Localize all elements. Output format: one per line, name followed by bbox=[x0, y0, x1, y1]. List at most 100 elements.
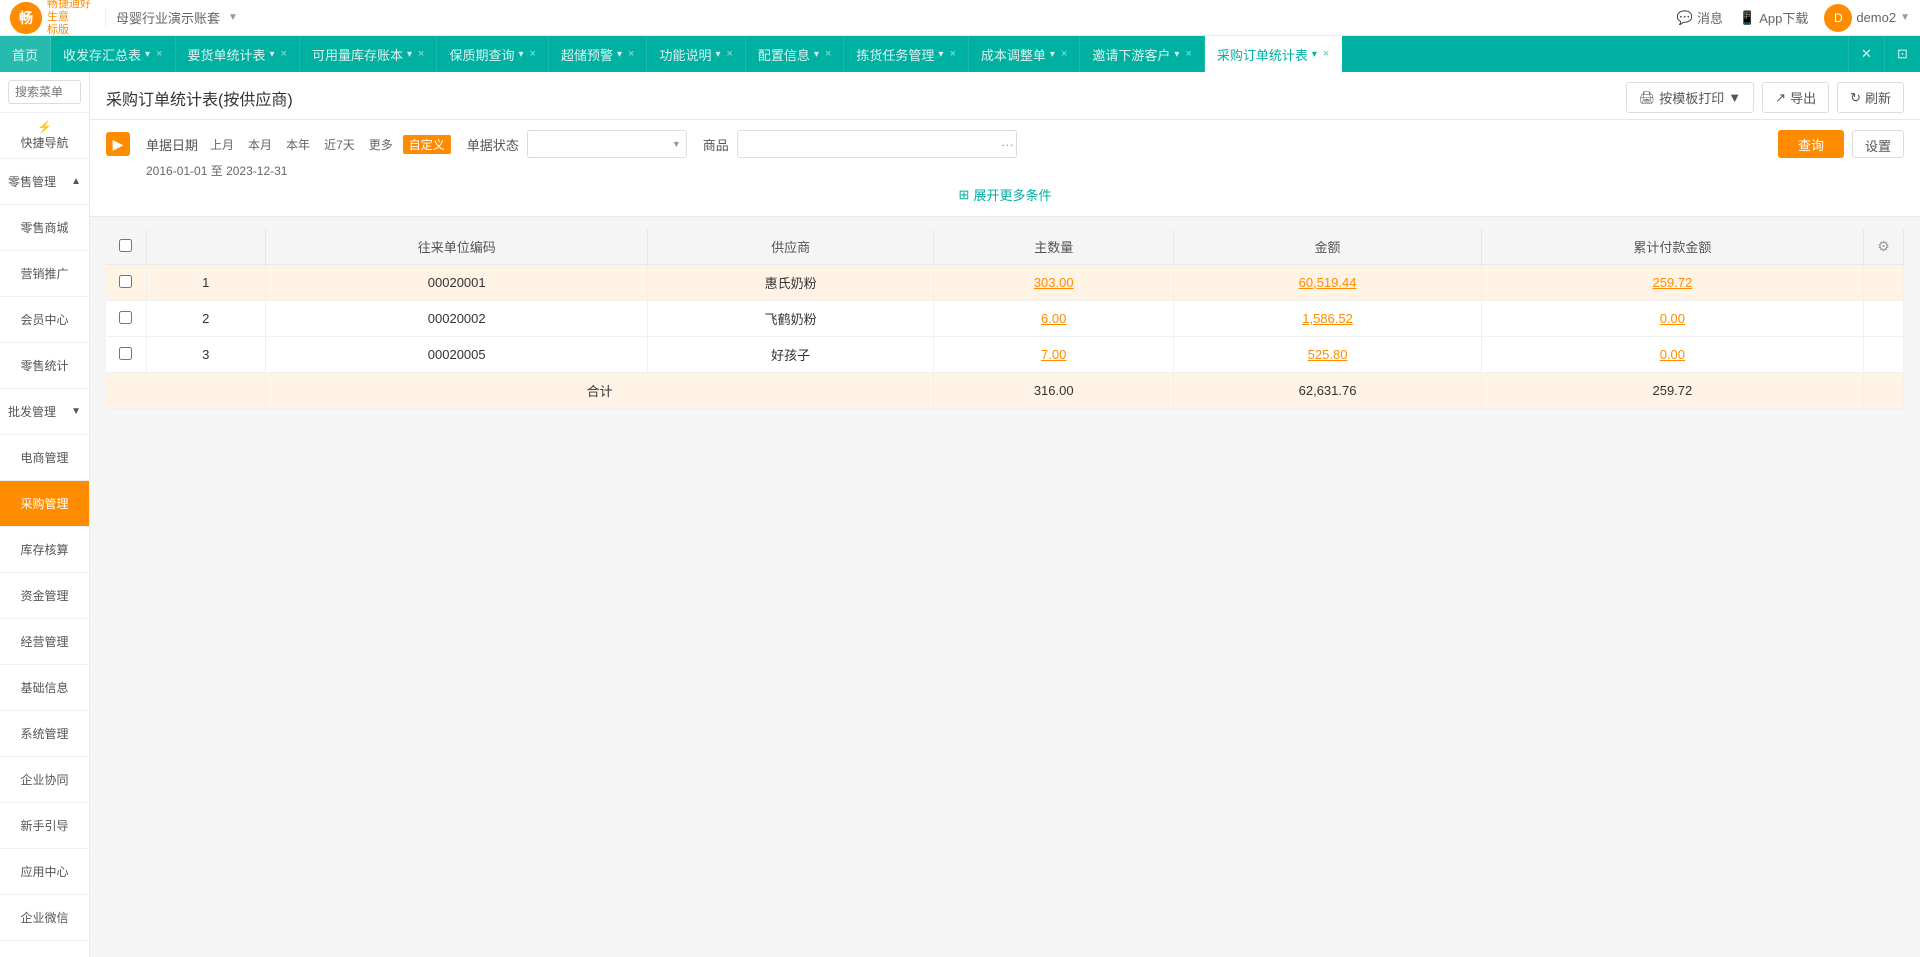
shortcut-this-year[interactable]: 本年 bbox=[282, 135, 314, 154]
close-tab-button[interactable]: ✕ bbox=[1848, 36, 1884, 72]
print-icon: 🖨 bbox=[1639, 90, 1656, 106]
tab-purchase-summary[interactable]: 采购订单统计表 ▾ × bbox=[1205, 36, 1342, 72]
sidebar-item-marketing[interactable]: 营销推广 bbox=[0, 251, 89, 297]
shortcut-this-month[interactable]: 本月 bbox=[244, 135, 276, 154]
user-menu[interactable]: D demo2 ▼ bbox=[1824, 4, 1910, 32]
tab-income-summary[interactable]: 收发存汇总表 ▾ × bbox=[51, 36, 175, 72]
shortcut-last-month[interactable]: 上月 bbox=[206, 135, 238, 154]
tab-overstock-warning[interactable]: 超储预警 ▾ × bbox=[549, 36, 647, 72]
sidebar-item-retail-stat[interactable]: 零售统计 bbox=[0, 343, 89, 389]
sidebar-item-app-center[interactable]: 应用中心 bbox=[0, 849, 89, 895]
summary-quantity-cell: 316.00 bbox=[934, 373, 1174, 409]
tab-close[interactable]: × bbox=[1061, 48, 1067, 60]
tab-requisition-summary[interactable]: 要货单统计表 ▾ × bbox=[176, 36, 300, 72]
row-checkbox[interactable] bbox=[119, 275, 132, 288]
row-quantity-cell: 303.00 bbox=[934, 265, 1174, 301]
sidebar-item-retail-mall[interactable]: 零售商城 bbox=[0, 205, 89, 251]
sidebar-item-quick-nav[interactable]: ⚡ 快捷导航 bbox=[0, 113, 89, 159]
download-icon: 📱 bbox=[1739, 10, 1755, 26]
tab-close[interactable]: × bbox=[949, 48, 955, 60]
tab-pick-task[interactable]: 拣货任务管理 ▾ × bbox=[844, 36, 968, 72]
svg-text:畅: 畅 bbox=[19, 10, 33, 26]
print-button[interactable]: 🖨 按模板打印 ▼ bbox=[1626, 82, 1754, 113]
row-amount-link[interactable]: 1,586.52 bbox=[1302, 311, 1353, 326]
table-row: 1 00020001 惠氏奶粉 303.00 bbox=[106, 265, 1904, 301]
sidebar-item-new-guide[interactable]: 新手引导 bbox=[0, 803, 89, 849]
sidebar-item-member-card[interactable]: 畅会员 bbox=[0, 941, 89, 957]
search-input[interactable] bbox=[8, 80, 81, 104]
tab-close[interactable]: × bbox=[1323, 48, 1329, 60]
row-checkbox[interactable] bbox=[119, 311, 132, 324]
sidebar-item-inventory[interactable]: 库存核算 bbox=[0, 527, 89, 573]
sidebar-item-enterprise[interactable]: 企业协同 bbox=[0, 757, 89, 803]
row-paid-cell: 0.00 bbox=[1481, 301, 1863, 337]
workspace-selector[interactable]: 母婴行业演示账套 ▼ bbox=[105, 8, 252, 27]
summary-checkbox-cell bbox=[106, 373, 266, 409]
tab-config-info[interactable]: 配置信息 ▾ × bbox=[746, 36, 844, 72]
sidebar-item-purchase[interactable]: 采购管理 bbox=[0, 481, 89, 527]
tab-close[interactable]: × bbox=[530, 48, 536, 60]
row-quantity-link[interactable]: 6.00 bbox=[1041, 311, 1066, 326]
table-row: 3 00020005 好孩子 7.00 bbox=[106, 337, 1904, 373]
sidebar-item-finance[interactable]: 资金管理 bbox=[0, 573, 89, 619]
export-button[interactable]: ↗ 导出 bbox=[1762, 82, 1829, 113]
tab-invite-downstream[interactable]: 邀请下游客户 ▾ × bbox=[1080, 36, 1204, 72]
status-select[interactable] bbox=[527, 130, 687, 158]
row-supplier-cell: 惠氏奶粉 bbox=[648, 265, 934, 301]
tab-cost-adjust[interactable]: 成本调整单 ▾ × bbox=[969, 36, 1080, 72]
maximize-button[interactable]: ⊡ bbox=[1884, 36, 1920, 72]
tab-home[interactable]: 首页 bbox=[0, 36, 51, 72]
row-action-cell bbox=[1864, 337, 1904, 373]
row-quantity-cell: 6.00 bbox=[934, 301, 1174, 337]
query-button[interactable]: 查询 bbox=[1778, 130, 1844, 158]
messages-button[interactable]: 💬 消息 bbox=[1677, 8, 1723, 27]
tab-close[interactable]: × bbox=[281, 48, 287, 60]
tab-close[interactable]: × bbox=[628, 48, 634, 60]
row-quantity-link[interactable]: 303.00 bbox=[1034, 275, 1074, 290]
tab-function-desc[interactable]: 功能说明 ▾ × bbox=[647, 36, 745, 72]
filter-collapse-button[interactable]: ▶ bbox=[106, 132, 130, 156]
tab-close[interactable]: × bbox=[825, 48, 831, 60]
tab-available-inventory[interactable]: 可用量库存账本 ▾ × bbox=[300, 36, 437, 72]
sidebar-item-system[interactable]: 系统管理 bbox=[0, 711, 89, 757]
column-settings-icon[interactable]: ⚙ bbox=[1877, 238, 1890, 254]
th-settings-col[interactable]: ⚙ bbox=[1864, 229, 1904, 265]
select-all-checkbox[interactable] bbox=[119, 239, 132, 252]
row-quantity-link[interactable]: 7.00 bbox=[1041, 347, 1066, 362]
settings-button[interactable]: 设置 bbox=[1852, 130, 1904, 158]
tab-close[interactable]: × bbox=[418, 48, 424, 60]
sidebar-item-basic-info[interactable]: 基础信息 bbox=[0, 665, 89, 711]
tab-close[interactable]: × bbox=[1185, 48, 1191, 60]
app-download-button[interactable]: 📱 App下载 bbox=[1739, 8, 1808, 27]
sidebar-item-member[interactable]: 会员中心 bbox=[0, 297, 89, 343]
row-paid-link[interactable]: 259.72 bbox=[1652, 275, 1692, 290]
goods-input[interactable] bbox=[737, 130, 1017, 158]
tab-validity-query[interactable]: 保质期查询 ▾ × bbox=[437, 36, 548, 72]
row-checkbox[interactable] bbox=[119, 347, 132, 360]
row-amount-link[interactable]: 60,519.44 bbox=[1299, 275, 1357, 290]
goods-more-icon[interactable]: ··· bbox=[1001, 137, 1014, 152]
sidebar-item-enterprise-wechat[interactable]: 企业微信 bbox=[0, 895, 89, 941]
sidebar-item-ecommerce[interactable]: 电商管理 bbox=[0, 435, 89, 481]
row-amount-link[interactable]: 525.80 bbox=[1308, 347, 1348, 362]
tab-arrow: ▾ bbox=[270, 49, 275, 60]
tab-close[interactable]: × bbox=[726, 48, 732, 60]
table-header-row: 往来单位编码 供应商 主数量 金额 累计付款金额 ⚙ bbox=[106, 229, 1904, 265]
shortcut-7days[interactable]: 近7天 bbox=[320, 135, 359, 154]
refresh-button[interactable]: ↻ 刷新 bbox=[1837, 82, 1904, 113]
custom-date-tag[interactable]: 自定义 bbox=[403, 135, 451, 154]
sidebar-item-wholesale[interactable]: 批发管理 ▼ bbox=[0, 389, 89, 435]
content-area: 采购订单统计表(按供应商) 🖨 按模板打印 ▼ ↗ 导出 ↻ 刷新 bbox=[90, 72, 1920, 957]
tab-close[interactable]: × bbox=[156, 48, 162, 60]
sidebar-item-retail[interactable]: 零售管理 ▲ bbox=[0, 159, 89, 205]
tab-arrow: ▾ bbox=[1174, 49, 1179, 60]
row-checkbox-cell bbox=[106, 265, 146, 301]
shortcut-more[interactable]: 更多 bbox=[365, 135, 397, 154]
sidebar-item-operations[interactable]: 经营管理 bbox=[0, 619, 89, 665]
expand-more-button[interactable]: ⊞ 展开更多条件 bbox=[959, 185, 1052, 204]
top-right-area: 💬 消息 📱 App下载 D demo2 ▼ bbox=[1677, 4, 1910, 32]
expand-more-area: ⊞ 展开更多条件 bbox=[106, 179, 1904, 206]
row-paid-link[interactable]: 0.00 bbox=[1660, 311, 1685, 326]
row-amount-cell: 60,519.44 bbox=[1174, 265, 1481, 301]
row-paid-link[interactable]: 0.00 bbox=[1660, 347, 1685, 362]
